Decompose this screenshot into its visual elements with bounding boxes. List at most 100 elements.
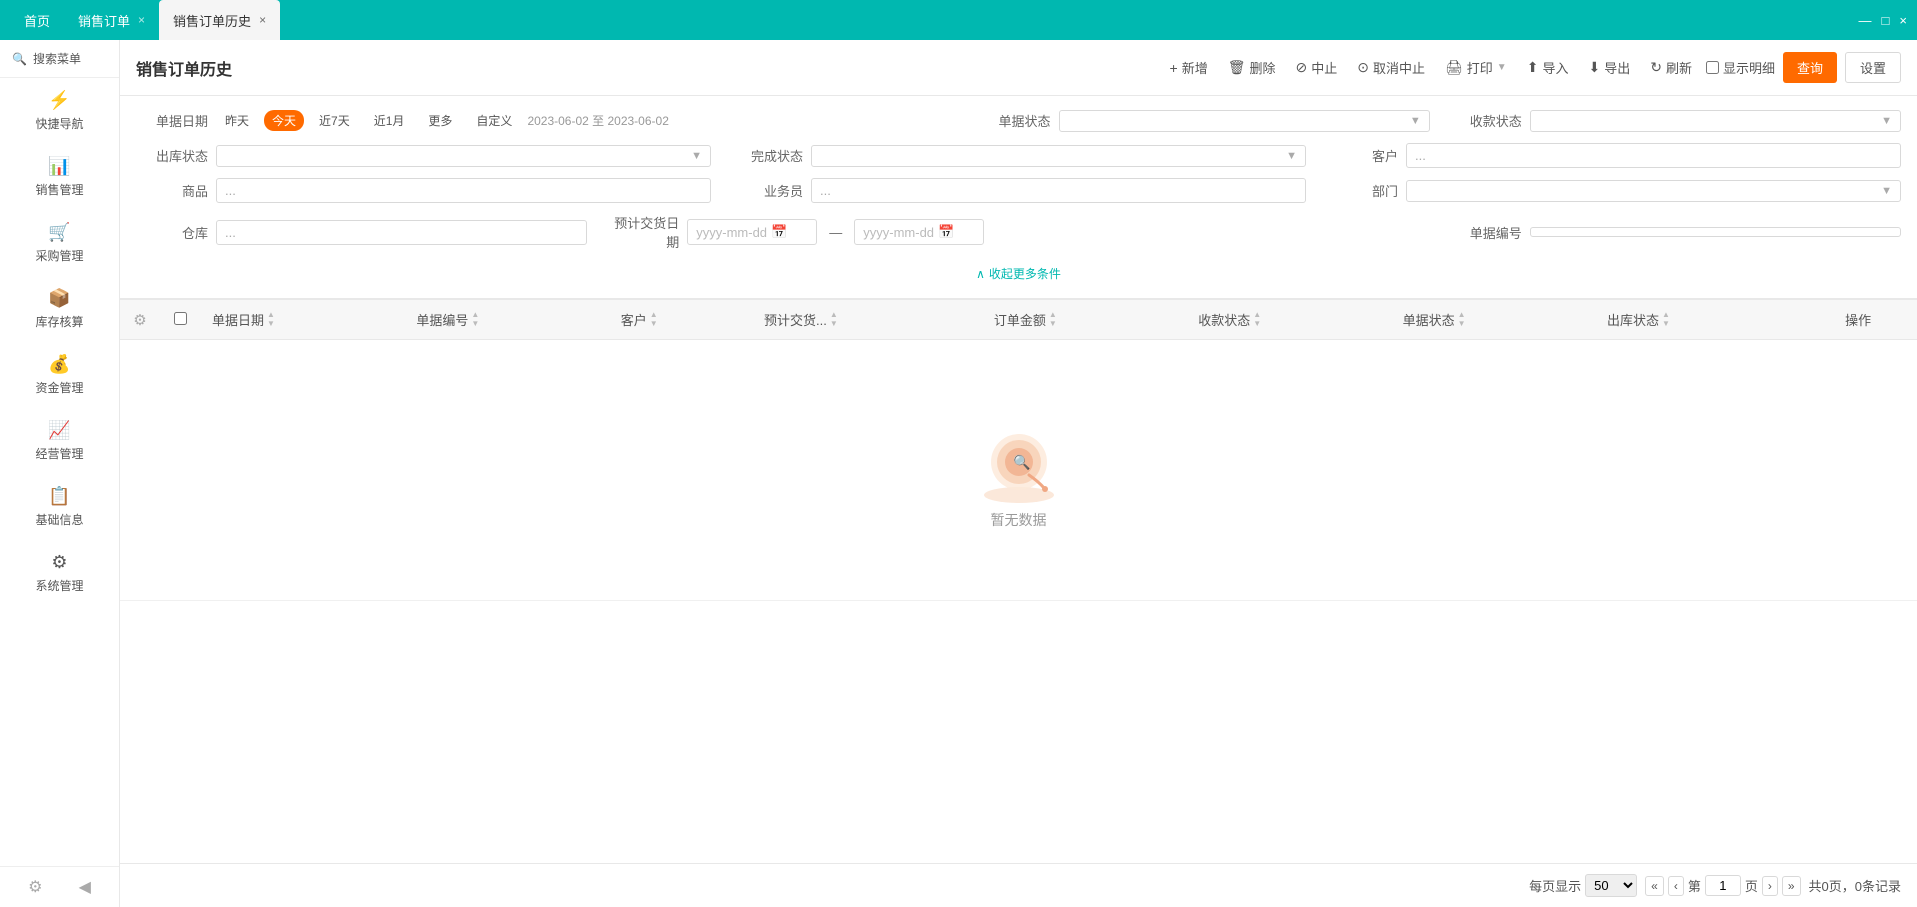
tab-sales-order-history-close[interactable]: × [259,13,266,27]
calendar-from-icon: 📅 [771,224,787,240]
page-nav: « ‹ 第 页 › » [1645,875,1800,896]
total-info: 共0页，0条记录 [1809,876,1901,895]
warehouse-dots: ... [225,225,236,240]
table-col-customer[interactable]: 客户 ▲ ▼ [609,300,752,340]
prev-page-btn[interactable]: ‹ [1668,876,1684,896]
sidebar-item-inventory-check[interactable]: 📦 库存核算 [0,276,119,342]
window-maximize[interactable]: □ [1882,13,1890,28]
sidebar-item-purchase-mgmt[interactable]: 🛒 采购管理 [0,210,119,276]
date-today[interactable]: 今天 [264,110,304,131]
salesman-input[interactable]: ... [811,178,1306,203]
table-settings-col[interactable]: ⚙ [120,300,160,340]
product-input[interactable]: ... [216,178,711,203]
sort-down-icon-5: ▼ [1049,320,1057,328]
first-page-btn[interactable]: « [1645,876,1664,896]
customer-dots: ... [1415,148,1426,163]
settings-button[interactable]: 设置 [1845,52,1901,83]
stop-button[interactable]: ⊘ 中止 [1290,54,1344,81]
sidebar-item-basic-info[interactable]: 📋 基础信息 [0,474,119,540]
table-settings-icon[interactable]: ⚙ [133,312,146,329]
pay-status-select[interactable]: ▼ [1530,110,1901,132]
out-status-select[interactable]: ▼ [216,145,711,167]
product-filter-control: ... [216,178,711,203]
warehouse-input[interactable]: ... [216,220,587,245]
page-size-select-wrap: 每页显示 10 20 50 100 [1529,874,1637,897]
sidebar-item-sales-mgmt[interactable]: 📊 销售管理 [0,144,119,210]
dept-select[interactable]: ▼ [1406,180,1901,202]
sidebar-collapse-icon[interactable]: ◀ [79,877,91,897]
sort-up-icon-3: ▲ [650,311,658,319]
table-area: ⚙ 单据日期 ▲ ▼ [120,299,1917,863]
cancel-stop-button[interactable]: ⊙ 取消中止 [1351,54,1431,81]
refresh-icon: ↻ [1650,59,1662,76]
table-col-doc-date[interactable]: 单据日期 ▲ ▼ [200,300,404,340]
display-cols-checkbox-wrap: 显示明细 [1706,58,1775,77]
order-no-input[interactable] [1530,227,1901,237]
delivery-date-from[interactable]: yyyy-mm-dd 📅 [687,219,817,245]
dept-arrow: ▼ [1881,185,1892,197]
add-icon: + [1170,60,1178,76]
display-cols-checkbox[interactable] [1706,61,1719,74]
refresh-button[interactable]: ↻ 刷新 [1644,54,1698,81]
table-col-outbound-status[interactable]: 出库状态 ▲ ▼ [1595,300,1799,340]
delivery-date-to[interactable]: yyyy-mm-dd 📅 [854,219,984,245]
table-col-doc-no[interactable]: 单据编号 ▲ ▼ [404,300,608,340]
query-button[interactable]: 查询 [1783,52,1837,83]
out-status-arrow: ▼ [691,150,702,162]
status-select[interactable]: ▼ [1059,110,1430,132]
table-col-order-amount[interactable]: 订单金额 ▲ ▼ [982,300,1186,340]
tab-sales-order-history[interactable]: 销售订单历史 × [159,0,280,40]
content-area: 销售订单历史 + 新增 🗑 删除 ⊘ 中止 ⊙ 取消中止 [120,40,1917,907]
tab-sales-order[interactable]: 销售订单 × [64,0,159,40]
page-size-select[interactable]: 10 20 50 100 [1585,874,1637,897]
collapse-filter-row[interactable]: ∧ 收起更多条件 [136,261,1901,286]
customer-input[interactable]: ... [1406,143,1901,168]
tab-home[interactable]: 首页 [10,0,64,40]
sort-up-icon-8: ▲ [1662,311,1670,319]
complete-status-select[interactable]: ▼ [811,145,1306,167]
date-more[interactable]: 更多 [419,108,461,133]
sort-up-icon-6: ▲ [1253,311,1261,319]
sidebar-item-operations-mgmt[interactable]: 📈 经营管理 [0,408,119,474]
last-page-btn[interactable]: » [1782,876,1801,896]
window-minimize[interactable]: — [1859,13,1872,28]
date-yesterday[interactable]: 昨天 [216,108,258,133]
inventory-check-icon: 📦 [48,288,70,309]
tab-sales-order-close[interactable]: × [138,13,145,27]
date-custom[interactable]: 自定义 [467,108,521,133]
next-page-btn[interactable]: › [1762,876,1778,896]
page-num-input[interactable] [1705,875,1741,896]
salesman-dots: ... [820,183,831,198]
dept-filter-control: ▼ [1406,180,1901,202]
table-header-row: ⚙ 单据日期 ▲ ▼ [120,300,1917,340]
date-1month[interactable]: 近1月 [365,108,414,133]
delete-button[interactable]: 🗑 删除 [1222,54,1282,81]
print-button[interactable]: 🖨 打印 ▼ [1439,54,1513,81]
filter-area: 单据日期 昨天 今天 近7天 近1月 更多 自定义 2023-06-02 至 2… [120,96,1917,299]
add-button[interactable]: + 新增 [1164,54,1214,81]
sidebar-item-system-mgmt[interactable]: ⚙ 系统管理 [0,540,119,606]
sidebar-item-finance-mgmt[interactable]: 💰 资金管理 [0,342,119,408]
date-7days[interactable]: 近7天 [310,108,359,133]
sales-mgmt-icon: 📊 [48,156,70,177]
page-header: 销售订单历史 + 新增 🗑 删除 ⊘ 中止 ⊙ 取消中止 [120,40,1917,96]
date-filter: 昨天 今天 近7天 近1月 更多 自定义 2023-06-02 至 2023-0… [216,108,959,133]
window-close[interactable]: × [1899,13,1907,28]
import-button[interactable]: ⬆ 导入 [1521,54,1575,81]
sidebar-item-quick-nav[interactable]: ⚡ 快捷导航 [0,78,119,144]
table-col-payment-status[interactable]: 收款状态 ▲ ▼ [1186,300,1390,340]
cancel-stop-icon: ⊙ [1357,59,1369,76]
sort-down-icon-4: ▼ [830,320,838,328]
table-col-doc-status[interactable]: 单据状态 ▲ ▼ [1391,300,1595,340]
salesman-filter-control: ... [811,178,1306,203]
export-button[interactable]: ⬇ 导出 [1582,54,1636,81]
export-icon: ⬇ [1588,59,1600,76]
table-col-expected-delivery[interactable]: 预计交货... ▲ ▼ [752,300,982,340]
sidebar-search[interactable]: 🔍 搜索菜单 [0,40,119,78]
pay-status-filter-control: ▼ [1530,110,1901,132]
table-header-checkbox[interactable] [160,300,200,340]
filter-row-1: 单据日期 昨天 今天 近7天 近1月 更多 自定义 2023-06-02 至 2… [136,108,1901,133]
sidebar-settings-icon[interactable]: ⚙ [28,877,42,897]
top-bar: 首页 销售订单 × 销售订单历史 × — □ × [0,0,1917,40]
select-all-checkbox[interactable] [174,312,187,325]
